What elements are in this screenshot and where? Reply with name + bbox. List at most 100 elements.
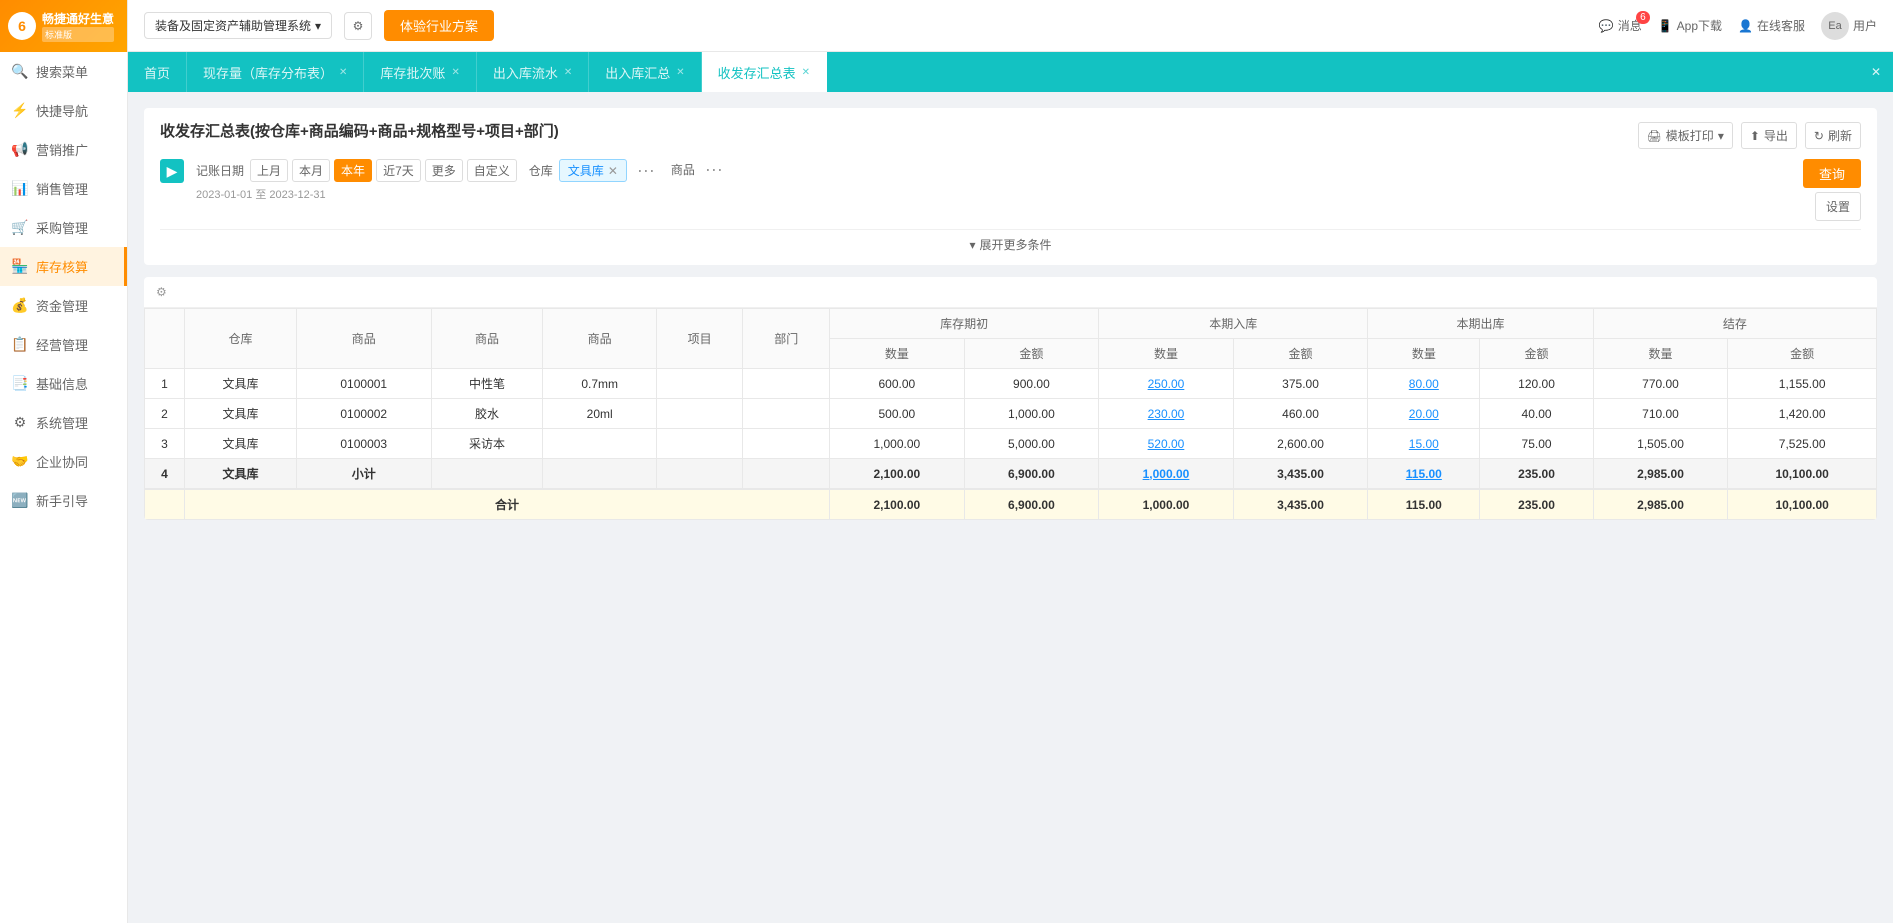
- cell-out-qty[interactable]: 80.00: [1368, 369, 1480, 399]
- date-btn-this-year[interactable]: 本年: [334, 159, 372, 182]
- subtotal-warehouse: 文具库: [185, 459, 297, 490]
- cell-in-qty[interactable]: 520.00: [1099, 429, 1234, 459]
- tab-close-icon[interactable]: ✕: [339, 67, 347, 78]
- print-button[interactable]: 🖨 模板打印 ▾: [1638, 122, 1733, 149]
- date-btn-more[interactable]: 更多: [425, 159, 463, 182]
- col-out-amt: 金额: [1480, 339, 1593, 369]
- tab-in-out-flow[interactable]: 出入库流水 ✕: [477, 52, 589, 92]
- date-btn-last-month[interactable]: 上月: [250, 159, 288, 182]
- refresh-button[interactable]: ↻ 刷新: [1805, 122, 1861, 149]
- sales-icon: 📊: [12, 181, 28, 197]
- subtotal-out-qty[interactable]: 115.00: [1368, 459, 1480, 490]
- messages-button[interactable]: 💬 消息 6: [1599, 17, 1642, 34]
- tab-batch-ledger[interactable]: 库存批次账 ✕: [364, 52, 476, 92]
- tab-close-icon[interactable]: ✕: [676, 67, 684, 78]
- cell-product-name: 中性笔: [431, 369, 543, 399]
- cell-out-qty[interactable]: 15.00: [1368, 429, 1480, 459]
- system-name: 装备及固定资产辅助管理系统: [155, 17, 311, 34]
- refresh-icon: ↻: [1814, 129, 1824, 143]
- query-button[interactable]: 查询: [1803, 159, 1861, 188]
- col-department: 部门: [743, 309, 830, 369]
- sidebar-item-operation[interactable]: 📋 经营管理: [0, 325, 127, 364]
- cell-opening-amt: 5,000.00: [964, 429, 1099, 459]
- settings-button[interactable]: ⚙: [344, 12, 372, 40]
- user-button[interactable]: Ea 用户: [1821, 12, 1877, 40]
- cell-product-spec: [543, 429, 656, 459]
- quick-nav-icon: ⚡: [12, 103, 28, 119]
- sidebar-item-inventory[interactable]: 🏪 库存核算: [0, 247, 127, 286]
- cell-department: [743, 399, 830, 429]
- online-service-label: 在线客服: [1757, 17, 1805, 34]
- sidebar-item-label: 系统管理: [36, 413, 88, 432]
- product-more[interactable]: ···: [705, 159, 723, 180]
- tab-close-icon[interactable]: ✕: [802, 67, 810, 78]
- tab-recv-send-summary[interactable]: 收发存汇总表 ✕: [702, 52, 827, 92]
- subtotal-opening-amt: 6,900.00: [964, 459, 1099, 490]
- online-service-button[interactable]: 👤 在线客服: [1738, 17, 1805, 34]
- tab-home[interactable]: 首页: [128, 52, 187, 92]
- subtotal-label: 小计: [296, 459, 431, 490]
- cell-balance-amt: 7,525.00: [1728, 429, 1877, 459]
- cell-no: 2: [145, 399, 185, 429]
- date-filter-label: 记账日期: [196, 162, 244, 179]
- sidebar-item-finance[interactable]: 💰 资金管理: [0, 286, 127, 325]
- tab-in-out-summary[interactable]: 出入库汇总 ✕: [589, 52, 701, 92]
- topbar-right: 💬 消息 6 📱 App下载 👤 在线客服 Ea 用户: [1599, 12, 1877, 40]
- subtotal-out-amt: 235.00: [1480, 459, 1593, 490]
- system-selector[interactable]: 装备及固定资产辅助管理系统 ▾: [144, 12, 332, 39]
- expand-more-button[interactable]: ▾ 展开更多条件: [969, 236, 1051, 253]
- warehouse-tag-close[interactable]: ✕: [608, 164, 618, 178]
- table-row: 3 文具库 0100003 采访本 1,000.00 5,000.00 520.…: [145, 429, 1877, 459]
- subtotal-in-qty[interactable]: 1,000.00: [1099, 459, 1234, 490]
- table-row: 2 文具库 0100002 胶水 20ml 500.00 1,000.00 23…: [145, 399, 1877, 429]
- sidebar-item-guide[interactable]: 🆕 新手引导: [0, 481, 127, 520]
- date-btn-this-month[interactable]: 本月: [292, 159, 330, 182]
- try-industry-button[interactable]: 体验行业方案: [384, 10, 494, 41]
- sidebar-item-search[interactable]: 🔍 搜索菜单: [0, 52, 127, 91]
- total-in-qty: 1,000.00: [1099, 489, 1234, 520]
- cell-warehouse: 文具库: [185, 369, 297, 399]
- warehouse-more[interactable]: ···: [637, 160, 655, 181]
- table-settings-icon[interactable]: ⚙: [156, 285, 167, 299]
- tabbar-close-button[interactable]: ✕: [1859, 52, 1893, 92]
- col-no: [145, 309, 185, 369]
- date-btn-custom[interactable]: 自定义: [467, 159, 517, 182]
- cell-in-qty[interactable]: 250.00: [1099, 369, 1234, 399]
- col-balance: 结存: [1593, 309, 1876, 339]
- cell-out-qty[interactable]: 20.00: [1368, 399, 1480, 429]
- total-row: 合计 2,100.00 6,900.00 1,000.00 3,435.00 1…: [145, 489, 1877, 520]
- sidebar-item-system[interactable]: ⚙ 系统管理: [0, 403, 127, 442]
- sidebar-item-quick-nav[interactable]: ⚡ 快捷导航: [0, 91, 127, 130]
- sidebar-item-purchase[interactable]: 🛒 采购管理: [0, 208, 127, 247]
- total-in-amt: 3,435.00: [1233, 489, 1368, 520]
- sidebar-item-label: 库存核算: [36, 257, 88, 276]
- tab-close-icon[interactable]: ✕: [564, 67, 572, 78]
- sidebar-item-sales[interactable]: 📊 销售管理: [0, 169, 127, 208]
- cell-in-qty[interactable]: 230.00: [1099, 399, 1234, 429]
- filter-expand-button[interactable]: ▶: [160, 159, 184, 183]
- subtotal-balance-amt: 10,100.00: [1728, 459, 1877, 490]
- sidebar-item-marketing[interactable]: 📢 营销推广: [0, 130, 127, 169]
- export-button[interactable]: ⬆ 导出: [1741, 122, 1797, 149]
- subtotal-empty1: [431, 459, 543, 490]
- total-label: 合计: [185, 489, 830, 520]
- product-filter: 商品 ···: [671, 159, 727, 180]
- cell-department: [743, 369, 830, 399]
- tab-close-icon[interactable]: ✕: [451, 67, 459, 78]
- cell-product-name: 胶水: [431, 399, 543, 429]
- chevron-down-icon: ▾: [315, 19, 321, 33]
- filter-settings-button[interactable]: 设置: [1815, 192, 1861, 221]
- sidebar-item-basic-info[interactable]: 📑 基础信息: [0, 364, 127, 403]
- tab-inventory-dist[interactable]: 现存量（库存分布表） ✕: [187, 52, 364, 92]
- sidebar-item-label: 快捷导航: [36, 101, 88, 120]
- logo-icon: 6: [8, 12, 36, 40]
- date-btn-7days[interactable]: 近7天: [376, 159, 421, 182]
- message-icon: 💬: [1599, 19, 1614, 33]
- app-download-label: App下载: [1677, 17, 1722, 34]
- total-opening-amt: 6,900.00: [964, 489, 1099, 520]
- page-title: 收发存汇总表(按仓库+商品编码+商品+规格型号+项目+部门): [160, 120, 559, 141]
- sidebar-item-enterprise[interactable]: 🤝 企业协同: [0, 442, 127, 481]
- cell-product-spec: 20ml: [543, 399, 656, 429]
- app-download-button[interactable]: 📱 App下载: [1658, 17, 1722, 34]
- cell-out-amt: 120.00: [1480, 369, 1593, 399]
